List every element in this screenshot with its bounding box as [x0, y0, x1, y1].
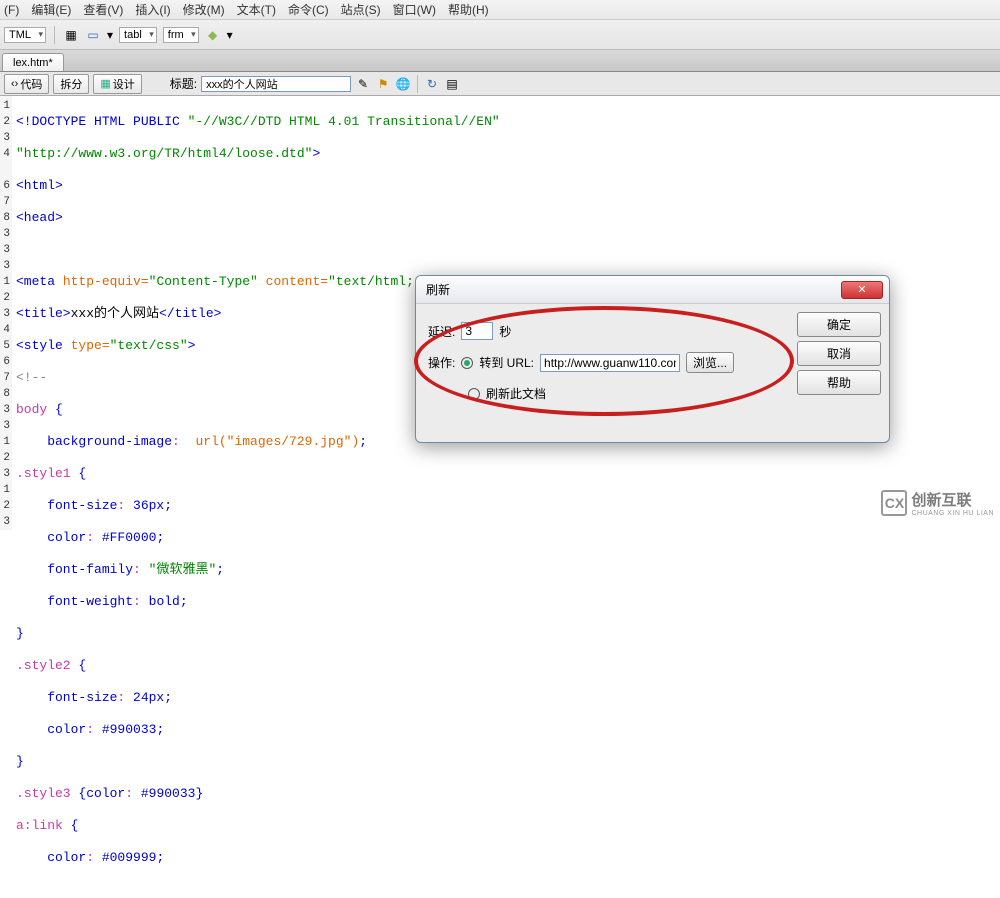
options-icon[interactable]: ▤: [444, 76, 460, 92]
menu-view[interactable]: 查看(V): [83, 1, 123, 18]
menu-command[interactable]: 命令(C): [288, 1, 329, 18]
tab-file[interactable]: lex.htm*: [2, 53, 64, 71]
watermark: CX 创新互联 CHUANG XIN HU LIAN: [881, 489, 994, 517]
delay-input[interactable]: [461, 322, 493, 340]
separator: [417, 75, 418, 93]
code-content[interactable]: <!DOCTYPE HTML PUBLIC "-//W3C//DTD HTML …: [0, 96, 1000, 898]
delay-label: 延迟:: [428, 323, 455, 340]
radio-goto-url[interactable]: [461, 357, 473, 369]
menu-help[interactable]: 帮助(H): [448, 1, 489, 18]
type-dropdown[interactable]: TML: [4, 27, 46, 43]
code-editor[interactable]: 1234 67833 31234 56783 31231 23 <!DOCTYP…: [0, 96, 1000, 898]
help-button[interactable]: 帮助: [797, 370, 881, 395]
menu-edit[interactable]: 编辑(E): [31, 1, 71, 18]
refresh-icon[interactable]: ↻: [424, 76, 440, 92]
line-gutter: 1234 67833 31234 56783 31231 23: [0, 96, 12, 530]
view-toolbar: ‹›代码 拆分 ▦ 设计 标题: ✎ ⚑ 🌐 ↻ ▤: [0, 72, 1000, 96]
url-input[interactable]: [540, 354, 680, 372]
watermark-sub: CHUANG XIN HU LIAN: [911, 510, 994, 517]
design-view-button[interactable]: ▦ 设计: [93, 74, 141, 94]
globe-icon[interactable]: 🌐: [395, 76, 411, 92]
diamond-icon[interactable]: ◆: [205, 27, 221, 43]
dialog-title-text: 刷新: [426, 281, 450, 298]
delay-unit: 秒: [499, 323, 511, 340]
ok-button[interactable]: 确定: [797, 312, 881, 337]
menu-text[interactable]: 文本(T): [237, 1, 276, 18]
watermark-logo-icon: CX: [881, 490, 907, 516]
frm-dropdown[interactable]: frm: [163, 27, 199, 43]
menu-bar: (F) 编辑(E) 查看(V) 插入(I) 修改(M) 文本(T) 命令(C) …: [0, 0, 1000, 20]
settings-icon[interactable]: ✎: [355, 76, 371, 92]
separator: [54, 26, 55, 44]
action-label: 操作:: [428, 354, 455, 371]
cancel-button[interactable]: 取消: [797, 341, 881, 366]
check-icon[interactable]: ⚑: [375, 76, 391, 92]
menu-window[interactable]: 窗口(W): [393, 1, 436, 18]
menu-modify[interactable]: 修改(M): [183, 1, 225, 18]
insert-toolbar: TML ▦ ▭ ▾ tabl frm ◆ ▾: [0, 20, 1000, 50]
goto-url-label: 转到 URL:: [479, 354, 534, 371]
menu-site[interactable]: 站点(S): [341, 1, 381, 18]
document-tabs: lex.htm*: [0, 50, 1000, 72]
page-title-input[interactable]: [201, 76, 351, 92]
refresh-dialog: 刷新 ✕ 延迟: 秒 操作: 转到 URL: 浏览... 刷新此文档: [415, 275, 890, 443]
code-view-button[interactable]: ‹›代码: [4, 74, 49, 94]
close-icon: ✕: [857, 283, 866, 296]
watermark-brand: 创新互联: [911, 489, 994, 510]
close-button[interactable]: ✕: [841, 281, 883, 299]
layout-icon[interactable]: ▭: [85, 27, 101, 43]
menu-file[interactable]: (F): [4, 3, 19, 17]
dialog-titlebar[interactable]: 刷新 ✕: [416, 276, 889, 304]
menu-insert[interactable]: 插入(I): [135, 1, 170, 18]
radio-refresh-doc[interactable]: [468, 388, 480, 400]
table-icon[interactable]: ▦: [63, 27, 79, 43]
title-label: 标题:: [170, 75, 197, 92]
tabl-dropdown[interactable]: tabl: [119, 27, 157, 43]
refresh-doc-label: 刷新此文档: [486, 385, 546, 402]
tab-filename: lex.htm*: [13, 57, 53, 69]
split-view-button[interactable]: 拆分: [53, 74, 89, 94]
browse-button[interactable]: 浏览...: [686, 352, 734, 373]
